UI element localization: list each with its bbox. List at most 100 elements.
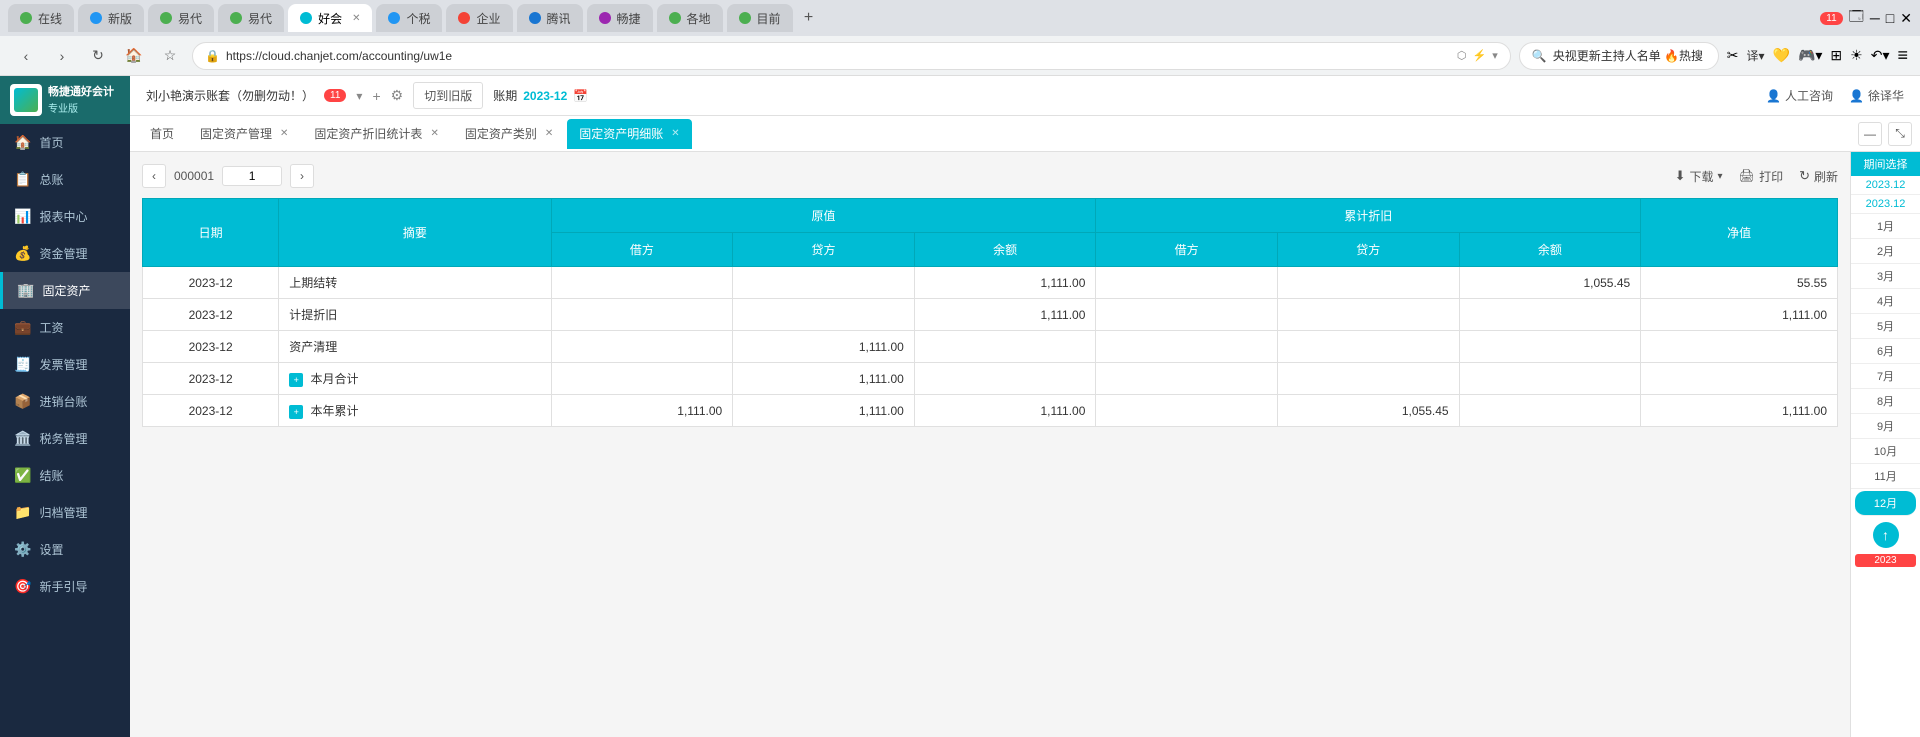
browser-tab-online[interactable]: 在线	[8, 4, 74, 32]
row1-net-value: 55.55	[1641, 267, 1838, 299]
tab-depreciation-stats[interactable]: 固定资产折旧统计表 ✕	[302, 119, 450, 149]
tab-close-detail-icon[interactable]: ✕	[671, 128, 679, 139]
reload-button[interactable]: ↻	[84, 42, 112, 70]
sidebar-item-archive[interactable]: 📁 归档管理	[0, 494, 130, 531]
float-up-icon[interactable]: ↑	[1873, 522, 1899, 548]
row4-date: 2023-12	[143, 363, 279, 395]
tab-close-category-icon[interactable]: ✕	[545, 128, 553, 139]
page-input[interactable]	[222, 166, 282, 186]
period-month-8[interactable]: 8月	[1851, 389, 1920, 414]
scissors-icon[interactable]: ✂	[1727, 47, 1739, 64]
period-month-3[interactable]: 3月	[1851, 264, 1920, 289]
col-accumulated-depreciation: 累计折旧	[1096, 199, 1641, 233]
tab-fixed-asset-mgmt[interactable]: 固定资产管理 ✕	[188, 119, 300, 149]
period-year2[interactable]: 2023.12	[1851, 195, 1920, 214]
browser-tab-yidai1[interactable]: 易代	[148, 4, 214, 32]
tab-close-mgmt-icon[interactable]: ✕	[280, 128, 288, 139]
period-month-7[interactable]: 7月	[1851, 364, 1920, 389]
tab-asset-detail[interactable]: 固定资产明细账 ✕	[567, 119, 691, 149]
period-month-6[interactable]: 6月	[1851, 339, 1920, 364]
next-page-button[interactable]: ›	[290, 164, 314, 188]
bookmark-button[interactable]: ☆	[156, 42, 184, 70]
period-month-5[interactable]: 5月	[1851, 314, 1920, 339]
sidebar-item-payroll[interactable]: 💼 工资	[0, 309, 130, 346]
user-avatar[interactable]: 👤 徐译华	[1849, 87, 1904, 104]
row5-net-value: 1,111.00	[1641, 395, 1838, 427]
ledger-table: 日期 摘要 原值 累计折旧 净值 借方 贷方 余额 借方 贷方 余额	[142, 198, 1838, 427]
address-bar[interactable]: 🔒 https://cloud.chanjet.com/accounting/u…	[192, 42, 1511, 70]
prev-page-button[interactable]: ‹	[142, 164, 166, 188]
refresh-button[interactable]: ↻ 刷新	[1799, 168, 1838, 185]
archive-icon: 📁	[14, 504, 31, 521]
download-dropdown-icon[interactable]: ▾	[1718, 171, 1723, 182]
sidebar-item-home[interactable]: 🏠 首页	[0, 124, 130, 161]
home-button[interactable]: 🏠	[120, 42, 148, 70]
sidebar-item-settings[interactable]: ⚙️ 设置	[0, 531, 130, 568]
security-icon: ⬡	[1457, 49, 1467, 62]
dropdown-icon[interactable]: ▾	[1492, 49, 1498, 62]
browser-tab-mubiao[interactable]: 目前	[727, 4, 793, 32]
topbar-dropdown-icon[interactable]: ▾	[356, 89, 362, 103]
menu-icon[interactable]: ≡	[1897, 45, 1908, 66]
purchase-icon: 📦	[14, 393, 31, 410]
period-month-12[interactable]: 12月	[1855, 491, 1916, 516]
browser-tab-tencent[interactable]: 腾讯	[517, 4, 583, 32]
sidebar-item-settlement[interactable]: ✅ 结账	[0, 457, 130, 494]
close-icon[interactable]: ✕	[1900, 10, 1912, 27]
undo-icon[interactable]: ↶▾	[1871, 47, 1890, 64]
minimize-icon[interactable]: ─	[1870, 10, 1880, 26]
tab-home[interactable]: 首页	[138, 119, 186, 149]
period-month-9[interactable]: 9月	[1851, 414, 1920, 439]
support-button[interactable]: 👤 人工咨询	[1766, 87, 1833, 104]
period-month-11[interactable]: 11月	[1851, 464, 1920, 489]
game-icon[interactable]: 🎮▾	[1798, 47, 1822, 64]
forward-button[interactable]: ›	[48, 42, 76, 70]
browser-tab-new[interactable]: 新版	[78, 4, 144, 32]
translate-icon[interactable]: 译▾	[1746, 47, 1764, 64]
sidebar-item-guide[interactable]: 🎯 新手引导	[0, 568, 130, 605]
col-orig-credit: 贷方	[733, 233, 915, 267]
period-month-2[interactable]: 2月	[1851, 239, 1920, 264]
sidebar-item-tax[interactable]: 🏛️ 税务管理	[0, 420, 130, 457]
row1-accum-balance: 1,055.45	[1459, 267, 1641, 299]
add-button[interactable]: +	[372, 88, 380, 104]
sidebar-item-reports[interactable]: 📊 报表中心	[0, 198, 130, 235]
layout-icon[interactable]: ⊞	[1830, 47, 1842, 64]
tab-collapse-button[interactable]: —	[1858, 122, 1882, 146]
tab-close-icon[interactable]: ✕	[352, 13, 360, 24]
period-month-4[interactable]: 4月	[1851, 289, 1920, 314]
browser-tab-active[interactable]: 好会 ✕	[288, 4, 372, 32]
sidebar-item-general-ledger[interactable]: 📋 总账	[0, 161, 130, 198]
row1-accum-debit	[1096, 267, 1278, 299]
sidebar-item-fund[interactable]: 💰 资金管理	[0, 235, 130, 272]
download-button[interactable]: ⬇ 下载 ▾	[1675, 168, 1723, 185]
browser-tab-changjie[interactable]: 畅捷	[587, 4, 653, 32]
sidebar-item-purchase-sales[interactable]: 📦 进销台账	[0, 383, 130, 420]
browser-tab-enterprise[interactable]: 企业	[446, 4, 512, 32]
row3-accum-credit	[1277, 331, 1459, 363]
period-month-10[interactable]: 10月	[1851, 439, 1920, 464]
calendar-icon[interactable]: 📅	[573, 89, 588, 103]
browser-tab-yidai2[interactable]: 易代	[218, 4, 284, 32]
tab-asset-category[interactable]: 固定资产类别 ✕	[453, 119, 565, 149]
switch-version-button[interactable]: 切到旧版	[413, 82, 483, 109]
browser-tab-getax[interactable]: 个税	[376, 4, 442, 32]
print-button[interactable]: 🖨 打印	[1739, 168, 1784, 185]
brand-logo	[10, 84, 42, 116]
tab-expand-button[interactable]: ⤡	[1888, 122, 1912, 146]
tab-bar-controls: — ⤡	[1858, 122, 1912, 146]
brightness-icon[interactable]: ☀	[1850, 47, 1863, 64]
restore-icon[interactable]: 🗔	[1849, 6, 1864, 30]
maximize-icon[interactable]: □	[1886, 10, 1894, 26]
sidebar-item-fixed-assets[interactable]: 🏢 固定资产	[0, 272, 130, 309]
wallet-icon[interactable]: 💛	[1773, 47, 1790, 64]
sidebar-item-invoice[interactable]: 🧾 发票管理	[0, 346, 130, 383]
settings-gear-icon[interactable]: ⚙	[391, 87, 404, 104]
period-month-1[interactable]: 1月	[1851, 214, 1920, 239]
back-button[interactable]: ‹	[12, 42, 40, 70]
tab-close-stats-icon[interactable]: ✕	[430, 128, 438, 139]
new-tab-button[interactable]: +	[797, 6, 821, 30]
period-year1[interactable]: 2023.12	[1851, 176, 1920, 195]
browser-tab-gedi[interactable]: 各地	[657, 4, 723, 32]
row3-accum-balance	[1459, 331, 1641, 363]
